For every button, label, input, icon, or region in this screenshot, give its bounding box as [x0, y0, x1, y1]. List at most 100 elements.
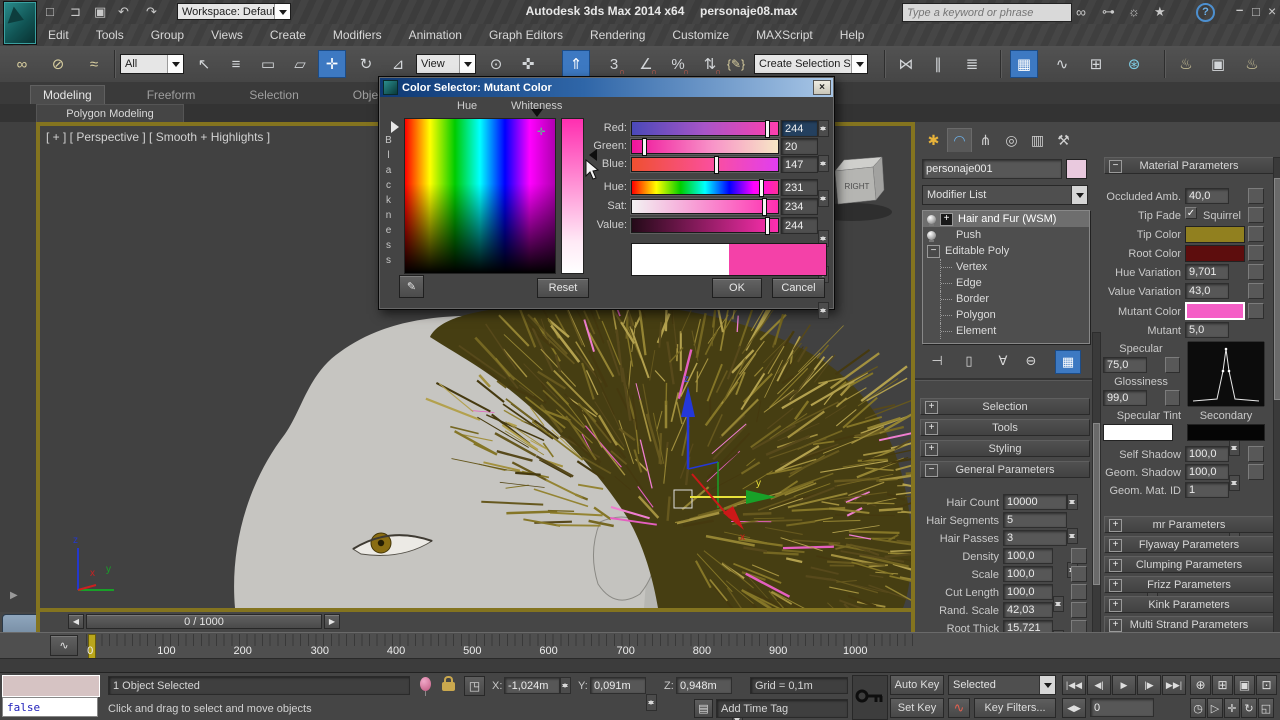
selection-lock-icon[interactable] [442, 676, 455, 691]
schematic-view-icon[interactable]: ⊞ [1082, 50, 1110, 78]
mini-curve-editor-button[interactable]: ∿ [50, 635, 78, 656]
menu-views[interactable]: Views [211, 28, 243, 42]
self-shadow-field[interactable]: 100,0 [1185, 446, 1229, 462]
menu-modifiers[interactable]: Modifiers [333, 28, 382, 42]
configure-modifier-sets-icon[interactable]: ▦ [1055, 350, 1081, 374]
modifier-list-dropdown[interactable]: Modifier List [922, 185, 1088, 205]
ok-button[interactable]: OK [712, 278, 762, 298]
restore-icon[interactable]: □ [1252, 4, 1260, 19]
rollout-material-parameters[interactable]: − Material Parameters [1104, 157, 1274, 174]
prev-frame-arrow[interactable]: ◀ [68, 614, 84, 629]
key-icon[interactable]: ⊶ [1102, 4, 1115, 20]
layer-manager-icon[interactable]: ≣ [958, 50, 986, 78]
map-button[interactable] [1071, 548, 1087, 564]
sat-value[interactable]: 234 [781, 198, 818, 215]
hair-count-field[interactable]: 10000 [1003, 494, 1067, 510]
absolute-mode-icon[interactable]: ◳ [464, 676, 485, 696]
map-button[interactable] [1248, 264, 1264, 280]
map-button[interactable] [1071, 566, 1087, 582]
stack-row-edge[interactable]: Edge [923, 275, 1089, 291]
curve-editor-icon[interactable]: ∿ [1048, 50, 1076, 78]
occluded-amb-field[interactable]: 40,0 [1185, 188, 1229, 204]
blue-slider[interactable] [631, 156, 779, 174]
specular-tint-swatch[interactable] [1103, 424, 1173, 441]
rollout-general-parameters[interactable]: − General Parameters [920, 461, 1090, 478]
fov-icon[interactable]: ▷ [1207, 698, 1223, 718]
redo-icon[interactable]: ↷ [146, 4, 157, 20]
ribbon-tab-freeform[interactable]: Freeform [135, 86, 208, 104]
spinner[interactable] [646, 694, 657, 711]
bulb-icon[interactable] [927, 214, 936, 226]
blackness-marker-arrow[interactable] [391, 121, 405, 133]
stack-row-vertex[interactable]: Vertex [923, 259, 1089, 275]
set-keys-button[interactable] [852, 675, 888, 720]
ribbon-tab-selection[interactable]: Selection [237, 86, 310, 104]
remove-modifier-icon[interactable]: ⊖ [1019, 350, 1043, 372]
percent-snap-icon[interactable]: % ∩ [664, 50, 692, 78]
render-setup-icon[interactable]: ♨ [1172, 50, 1200, 78]
select-object-icon[interactable]: ↖ [190, 50, 218, 78]
glossiness-field[interactable]: 99,0 [1103, 390, 1147, 406]
menu-create[interactable]: Create [270, 28, 306, 42]
green-value[interactable]: 20 [781, 138, 818, 155]
hair-segments-field[interactable]: 5 [1003, 512, 1067, 528]
blue-value[interactable]: 147 [781, 156, 818, 173]
material-editor-icon[interactable]: ⊛ [1120, 50, 1148, 78]
map-button[interactable] [1248, 283, 1264, 299]
scrollbar-handle[interactable] [1093, 423, 1100, 585]
orbit-icon[interactable]: ↻ [1241, 698, 1257, 718]
hierarchy-tab[interactable]: ⋔ [973, 128, 998, 152]
rollout-selection[interactable]: + Selection [920, 398, 1090, 415]
next-frame-arrow[interactable]: ▶ [324, 614, 340, 629]
undo-icon[interactable]: ↶ [118, 4, 129, 20]
blue-spinner[interactable] [818, 190, 829, 207]
red-slider-handle[interactable] [764, 120, 770, 138]
map-button[interactable] [1248, 303, 1264, 319]
unlink-selection-icon[interactable]: ⊘ [44, 50, 72, 78]
create-tab[interactable]: ✱ [921, 128, 946, 152]
select-and-manipulate-icon[interactable]: ✜ [514, 50, 542, 78]
collapse-icon[interactable]: − [927, 244, 940, 258]
communication-icon[interactable]: ☼ [1128, 4, 1140, 19]
value-value[interactable]: 244 [781, 217, 818, 234]
angle-snap-icon[interactable]: ∠ ∩ [632, 50, 660, 78]
menu-group[interactable]: Group [151, 28, 184, 42]
mutant-color-swatch[interactable] [1185, 302, 1245, 320]
red-slider[interactable] [631, 120, 779, 138]
rand-scale-field[interactable]: 42,03 [1003, 602, 1053, 618]
rollout-multi-strand[interactable]: + Multi Strand Parameters [1104, 616, 1274, 633]
color-selector-dialog[interactable]: Color Selector: Mutant Color × Hue White… [378, 76, 835, 319]
rollout-styling[interactable]: + Styling [920, 440, 1090, 457]
edit-named-selection-sets-icon[interactable]: {✎} [722, 50, 750, 78]
hue-slider-handle[interactable] [759, 179, 765, 197]
rollout-kink-parameters[interactable]: + Kink Parameters [1104, 596, 1274, 613]
zoom-extents-all-icon[interactable]: ⊡ [1256, 675, 1277, 695]
select-and-rotate-icon[interactable]: ↻ [352, 50, 380, 78]
menu-customize[interactable]: Customize [672, 28, 729, 42]
spinner[interactable] [1229, 475, 1240, 491]
rollout-frizz-parameters[interactable]: + Frizz Parameters [1104, 576, 1274, 593]
map-button[interactable] [1248, 464, 1264, 480]
hair-passes-field[interactable]: 3 [1003, 530, 1067, 546]
chevron-down-icon[interactable] [1071, 186, 1087, 204]
pin-stack-icon[interactable]: ⊣ [925, 350, 949, 372]
menu-tools[interactable]: Tools [96, 28, 124, 42]
dialog-title-bar[interactable]: Color Selector: Mutant Color [380, 78, 833, 97]
map-button[interactable] [1248, 207, 1264, 223]
scale-field[interactable]: 100,0 [1003, 566, 1053, 582]
key-mode-toggle-button[interactable]: ◀▶ [1062, 698, 1086, 718]
rollout-clumping-parameters[interactable]: + Clumping Parameters [1104, 556, 1274, 573]
selection-filter-dropdown[interactable]: All [120, 54, 184, 74]
z-coord-field[interactable]: 0,948m [676, 677, 732, 694]
named-selection-set-dropdown[interactable]: Create Selection Set [754, 54, 868, 74]
green-slider[interactable] [631, 138, 779, 156]
secondary-swatch[interactable] [1187, 424, 1265, 441]
density-field[interactable]: 100,0 [1003, 548, 1053, 564]
favorites-star-icon[interactable]: ★ [1154, 4, 1166, 20]
time-slider-handle[interactable]: 0 / 1000 [86, 614, 322, 629]
track-bar[interactable]: ∿ 0 100 200 300 400 500 600 700 800 900 … [0, 632, 1280, 660]
new-scene-icon[interactable]: □ [46, 4, 54, 19]
rollout-mr-parameters[interactable]: + mr Parameters [1104, 516, 1274, 533]
go-to-end-button[interactable]: ▶▶| [1162, 675, 1186, 695]
stack-row-element[interactable]: Element [923, 323, 1089, 339]
